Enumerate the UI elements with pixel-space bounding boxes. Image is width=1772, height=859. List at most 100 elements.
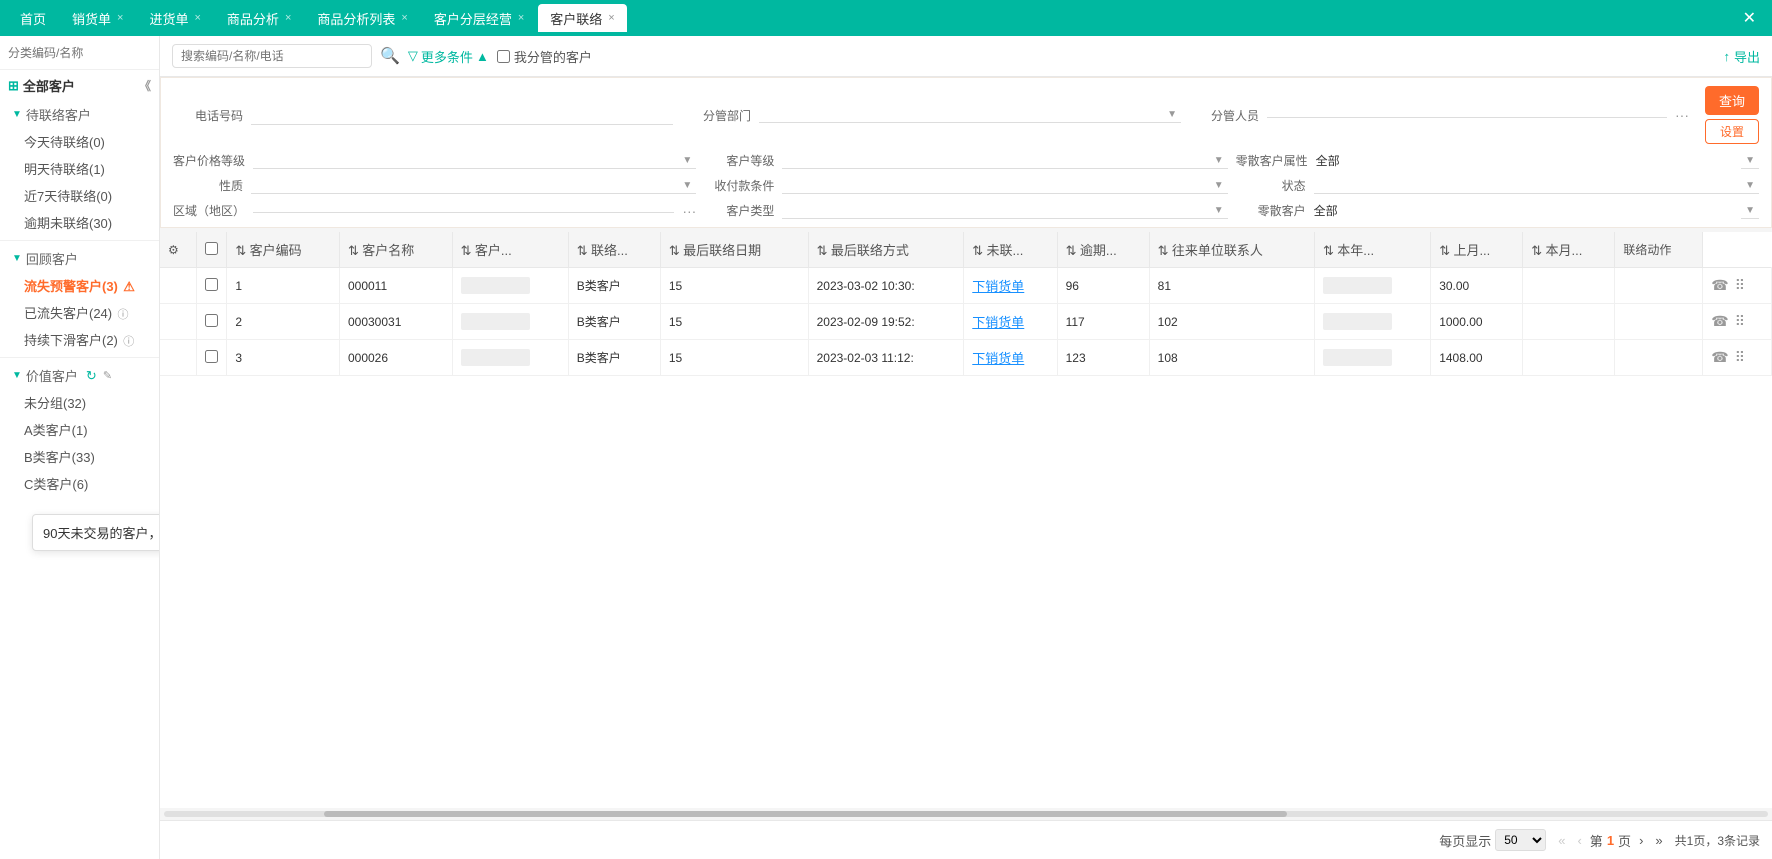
col-overdue: ⇅ 逾期... bbox=[1057, 232, 1149, 268]
tooltip-text: 90天未交易的客户，可能有流失风险。 bbox=[43, 526, 160, 541]
tab-customer-contact-close[interactable]: × bbox=[608, 12, 614, 24]
more-conditions-btn[interactable]: ▽ 更多条件 ▲ bbox=[408, 47, 489, 66]
col-checkbox[interactable] bbox=[197, 232, 227, 268]
my-customers-checkbox[interactable] bbox=[497, 50, 510, 63]
sidebar-item-declining[interactable]: 持续下滑客户(2) ⓘ bbox=[0, 326, 159, 353]
dept-select[interactable]: ▼ bbox=[759, 107, 1181, 123]
sidebar-item-lost-warning[interactable]: 流失预警客户(3) ⚠ bbox=[0, 272, 159, 299]
person-select[interactable] bbox=[1267, 113, 1667, 118]
tab-analysis-list-close[interactable]: × bbox=[401, 12, 407, 24]
pending-contact-section[interactable]: ▼ 待联络客户 bbox=[0, 101, 159, 128]
tab-sales-close[interactable]: × bbox=[117, 12, 123, 24]
row-checkbox-cell-1[interactable] bbox=[197, 304, 227, 340]
row-expand-0 bbox=[160, 268, 197, 304]
window-close-icon[interactable]: ✕ bbox=[1735, 8, 1764, 28]
my-customers-check[interactable]: 我分管的客户 bbox=[497, 47, 592, 66]
tab-customer-tier-close[interactable]: × bbox=[518, 12, 524, 24]
region-select[interactable] bbox=[253, 208, 674, 213]
last-method-link-2[interactable]: 下销货单 bbox=[972, 351, 1024, 366]
c-class-label: C类客户(6) bbox=[24, 477, 88, 492]
customer-level-select[interactable]: ▼ bbox=[782, 153, 1227, 169]
last-page-btn[interactable]: » bbox=[1651, 833, 1666, 848]
value-section[interactable]: ▼ 价值客户 ↻ ✎ bbox=[0, 362, 159, 389]
per-page-select[interactable]: 50 100 200 bbox=[1495, 829, 1546, 851]
sidebar-item-tomorrow[interactable]: 明天待联络(1) bbox=[0, 155, 159, 182]
all-customers-header[interactable]: ⊞ 全部客户 《 bbox=[0, 70, 159, 101]
sidebar-item-already-lost[interactable]: 已流失客户(24) ⓘ bbox=[0, 299, 159, 326]
customer-type-select[interactable]: ▼ bbox=[782, 203, 1227, 219]
retail-customer-select[interactable]: ▼ bbox=[1741, 203, 1759, 219]
sidebar-item-today[interactable]: 今天待联络(0) bbox=[0, 128, 159, 155]
last-method-link-1[interactable]: 下销货单 bbox=[972, 315, 1024, 330]
retail-attr-value: 全部 bbox=[1316, 152, 1340, 169]
scroll-thumb[interactable] bbox=[324, 811, 1286, 817]
action-contact-icon-1[interactable]: ☎ bbox=[1711, 313, 1728, 330]
row-checkbox-cell-2[interactable] bbox=[197, 340, 227, 376]
tab-analysis-list[interactable]: 商品分析列表 × bbox=[305, 4, 419, 32]
sidebar-search-input[interactable] bbox=[8, 46, 160, 60]
row-type-2: B类客户 bbox=[568, 340, 660, 376]
sidebar-item-c-class[interactable]: C类客户(6) bbox=[0, 470, 159, 497]
prev-page-btn[interactable]: ‹ bbox=[1573, 833, 1585, 848]
row-this-month-0 bbox=[1615, 268, 1703, 304]
edit-icon[interactable]: ✎ bbox=[103, 369, 112, 382]
action-more-icon-2[interactable]: ⠿ bbox=[1735, 349, 1745, 366]
first-page-btn[interactable]: « bbox=[1554, 833, 1569, 848]
price-level-select[interactable]: ▼ bbox=[253, 153, 696, 169]
sidebar-item-a-class[interactable]: A类客户(1) bbox=[0, 416, 159, 443]
tab-customer-tier[interactable]: 客户分层经营 × bbox=[422, 4, 536, 32]
row-checkbox-cell-0[interactable] bbox=[197, 268, 227, 304]
col-type: ⇅ 客户... bbox=[452, 232, 568, 268]
row-last-date-1: 2023-02-09 19:52: bbox=[808, 304, 964, 340]
region-dots-icon[interactable]: ··· bbox=[682, 203, 696, 219]
sidebar-item-7days[interactable]: 近7天待联络(0) bbox=[0, 182, 159, 209]
horizontal-scrollbar[interactable] bbox=[160, 808, 1772, 820]
sidebar-item-overdue[interactable]: 逾期未联络(30) bbox=[0, 209, 159, 236]
settings-button[interactable]: 设置 bbox=[1705, 119, 1759, 144]
collapse-icon[interactable]: 《 bbox=[139, 77, 151, 94]
tab-home[interactable]: 首页 bbox=[8, 4, 58, 32]
lost-section[interactable]: ▼ 回顾客户 bbox=[0, 245, 159, 272]
tab-purchase[interactable]: 进货单 × bbox=[137, 4, 212, 32]
gender-label: 性质 bbox=[173, 177, 243, 194]
export-btn[interactable]: ↑ 导出 bbox=[1723, 47, 1760, 66]
sidebar-item-b-class[interactable]: B类客户(33) bbox=[0, 443, 159, 470]
tab-analysis-close[interactable]: × bbox=[285, 12, 291, 24]
col-settings[interactable]: ⚙ bbox=[160, 232, 197, 268]
search-button[interactable]: 🔍 bbox=[380, 46, 400, 66]
row-last-method-0[interactable]: 下销货单 bbox=[964, 268, 1057, 304]
col-name: ⇅ 客户名称 bbox=[339, 232, 452, 268]
row-this-year-1: 1000.00 bbox=[1431, 304, 1523, 340]
tab-customer-contact[interactable]: 客户联络 × bbox=[538, 4, 626, 32]
query-button[interactable]: 查询 bbox=[1705, 86, 1759, 115]
tab-purchase-close[interactable]: × bbox=[194, 12, 200, 24]
gender-select[interactable]: ▼ bbox=[251, 178, 696, 194]
row-last-date-0: 2023-03-02 10:30: bbox=[808, 268, 964, 304]
last-method-link-0[interactable]: 下销货单 bbox=[972, 279, 1024, 294]
phone-input[interactable] bbox=[251, 106, 673, 125]
action-contact-icon-0[interactable]: ☎ bbox=[1711, 277, 1728, 294]
sidebar-item-ungroup[interactable]: 未分组(32) bbox=[0, 389, 159, 416]
filter-dept-field: 分管部门 ▼ bbox=[681, 107, 1181, 124]
table-row: 1 000011 B类客户 15 2023-03-02 10:30: 下销货单 … bbox=[160, 268, 1772, 304]
row-last-method-1[interactable]: 下销货单 bbox=[964, 304, 1057, 340]
person-dots-icon[interactable]: ··· bbox=[1675, 107, 1689, 123]
row-last-method-2[interactable]: 下销货单 bbox=[964, 340, 1057, 376]
next-page-btn[interactable]: › bbox=[1635, 833, 1647, 848]
filter-bar: 🔍 ▽ 更多条件 ▲ 我分管的客户 ↑ 导出 bbox=[160, 36, 1772, 77]
row-checkbox-0[interactable] bbox=[205, 278, 218, 291]
action-more-icon-1[interactable]: ⠿ bbox=[1735, 313, 1745, 330]
tab-analysis[interactable]: 商品分析 × bbox=[215, 4, 303, 32]
row-checkbox-1[interactable] bbox=[205, 314, 218, 327]
action-more-icon-0[interactable]: ⠿ bbox=[1735, 277, 1745, 294]
select-all-checkbox[interactable] bbox=[205, 242, 218, 255]
tab-sales[interactable]: 销货单 × bbox=[60, 4, 135, 32]
refresh-icon[interactable]: ↻ bbox=[86, 368, 97, 384]
action-contact-icon-2[interactable]: ☎ bbox=[1711, 349, 1728, 366]
payment-select[interactable]: ▼ bbox=[782, 178, 1227, 194]
search-input[interactable] bbox=[172, 44, 372, 68]
status-select[interactable]: ▼ bbox=[1314, 178, 1759, 194]
retail-attr-select[interactable]: ▼ bbox=[1741, 153, 1759, 169]
row-checkbox-2[interactable] bbox=[205, 350, 218, 363]
customer-type-chevron: ▼ bbox=[1214, 205, 1224, 216]
